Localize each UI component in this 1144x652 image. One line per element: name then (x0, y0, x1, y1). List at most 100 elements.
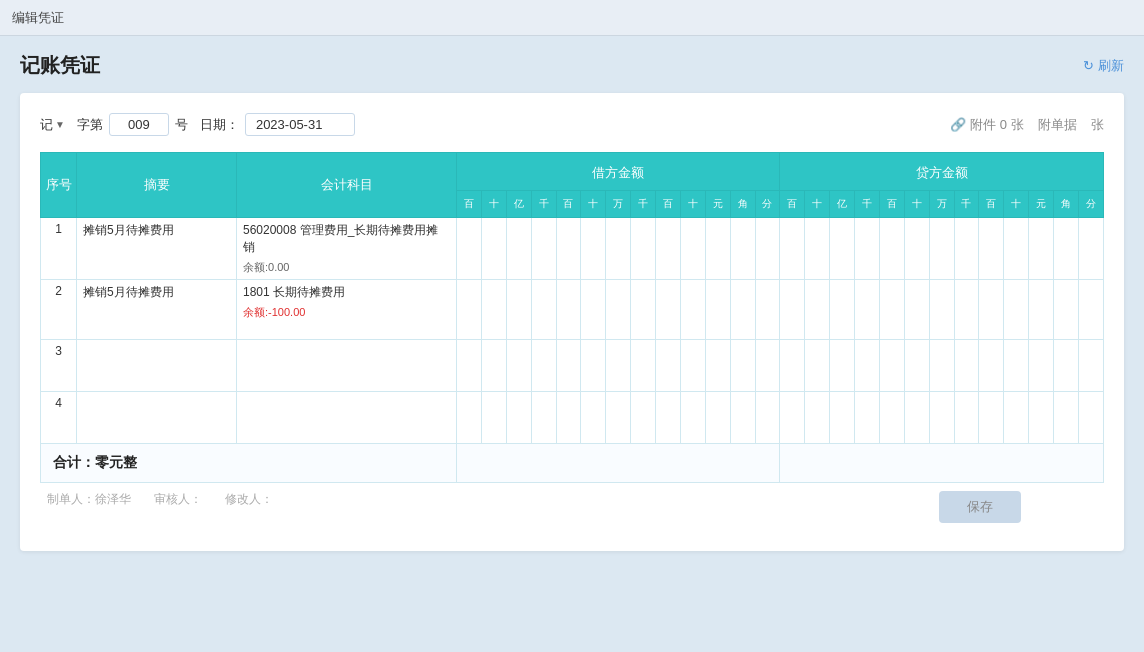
row-d7[interactable] (606, 340, 631, 392)
row-d11[interactable] (705, 280, 730, 340)
row-c13[interactable] (1078, 218, 1103, 280)
row-c7[interactable] (929, 218, 954, 280)
row-d9[interactable] (656, 280, 681, 340)
row-c12[interactable] (1054, 340, 1079, 392)
row-c8[interactable] (954, 218, 979, 280)
refresh-button[interactable]: ↻ 刷新 (1083, 57, 1124, 75)
row-c8[interactable] (954, 392, 979, 444)
row-c6[interactable] (904, 218, 929, 280)
row-c10[interactable] (1004, 392, 1029, 444)
row-c5[interactable] (879, 340, 904, 392)
row-c4[interactable] (855, 340, 880, 392)
row-c4[interactable] (855, 218, 880, 280)
row-d7[interactable] (606, 218, 631, 280)
row-c3[interactable] (830, 392, 855, 444)
row-c2[interactable] (805, 280, 830, 340)
row-d3[interactable] (506, 340, 531, 392)
row-d9[interactable] (656, 218, 681, 280)
row-c5[interactable] (879, 280, 904, 340)
row-d4[interactable] (531, 340, 556, 392)
row-d6[interactable] (581, 280, 606, 340)
row-d4[interactable] (531, 280, 556, 340)
row-d8[interactable] (631, 280, 656, 340)
row-c6[interactable] (904, 280, 929, 340)
row-c8[interactable] (954, 340, 979, 392)
row-d8[interactable] (631, 218, 656, 280)
row-d9[interactable] (656, 392, 681, 444)
row-d2[interactable] (481, 218, 506, 280)
row-c12[interactable] (1054, 280, 1079, 340)
row-summary[interactable] (77, 392, 237, 444)
row-c11[interactable] (1029, 218, 1054, 280)
row-c5[interactable] (879, 218, 904, 280)
row-c10[interactable] (1004, 218, 1029, 280)
row-c10[interactable] (1004, 280, 1029, 340)
row-c3[interactable] (830, 218, 855, 280)
row-d5[interactable] (556, 392, 581, 444)
row-d13[interactable] (755, 280, 780, 340)
row-summary[interactable]: 摊销5月待摊费用 (77, 218, 237, 280)
row-c2[interactable] (805, 340, 830, 392)
row-c1[interactable] (780, 392, 805, 444)
row-d11[interactable] (705, 340, 730, 392)
row-c2[interactable] (805, 392, 830, 444)
row-d9[interactable] (656, 340, 681, 392)
row-c9[interactable] (979, 218, 1004, 280)
row-d1[interactable] (457, 340, 482, 392)
row-d8[interactable] (631, 392, 656, 444)
row-c8[interactable] (954, 280, 979, 340)
row-d3[interactable] (506, 280, 531, 340)
row-c12[interactable] (1054, 218, 1079, 280)
row-c12[interactable] (1054, 392, 1079, 444)
row-d10[interactable] (680, 280, 705, 340)
row-d10[interactable] (680, 340, 705, 392)
row-c1[interactable] (780, 340, 805, 392)
row-d8[interactable] (631, 340, 656, 392)
row-d2[interactable] (481, 280, 506, 340)
row-d10[interactable] (680, 392, 705, 444)
row-c13[interactable] (1078, 340, 1103, 392)
row-account[interactable] (237, 340, 457, 392)
row-d12[interactable] (730, 392, 755, 444)
row-c9[interactable] (979, 340, 1004, 392)
row-d4[interactable] (531, 218, 556, 280)
row-c7[interactable] (929, 340, 954, 392)
row-c1[interactable] (780, 280, 805, 340)
row-c10[interactable] (1004, 340, 1029, 392)
row-c4[interactable] (855, 392, 880, 444)
row-c11[interactable] (1029, 340, 1054, 392)
row-d3[interactable] (506, 392, 531, 444)
save-button[interactable]: 保存 (939, 491, 1021, 523)
row-d5[interactable] (556, 218, 581, 280)
row-d12[interactable] (730, 340, 755, 392)
row-d13[interactable] (755, 218, 780, 280)
row-d1[interactable] (457, 280, 482, 340)
row-d13[interactable] (755, 340, 780, 392)
row-c6[interactable] (904, 340, 929, 392)
row-d1[interactable] (457, 392, 482, 444)
row-d4[interactable] (531, 392, 556, 444)
row-c1[interactable] (780, 218, 805, 280)
row-account[interactable]: 56020008 管理费用_长期待摊费用摊销 余额:0.00 (237, 218, 457, 280)
row-c11[interactable] (1029, 280, 1054, 340)
row-d6[interactable] (581, 340, 606, 392)
row-d11[interactable] (705, 218, 730, 280)
row-d11[interactable] (705, 392, 730, 444)
row-account[interactable] (237, 392, 457, 444)
row-d7[interactable] (606, 280, 631, 340)
row-c6[interactable] (904, 392, 929, 444)
row-d5[interactable] (556, 340, 581, 392)
row-c5[interactable] (879, 392, 904, 444)
row-summary[interactable] (77, 340, 237, 392)
row-d6[interactable] (581, 392, 606, 444)
voucher-number-input[interactable] (109, 113, 169, 136)
row-c3[interactable] (830, 280, 855, 340)
row-c7[interactable] (929, 280, 954, 340)
row-d2[interactable] (481, 392, 506, 444)
row-d13[interactable] (755, 392, 780, 444)
row-d3[interactable] (506, 218, 531, 280)
row-account[interactable]: 1801 长期待摊费用 余额:-100.00 (237, 280, 457, 340)
row-c2[interactable] (805, 218, 830, 280)
row-summary[interactable]: 摊销5月待摊费用 (77, 280, 237, 340)
row-c13[interactable] (1078, 280, 1103, 340)
